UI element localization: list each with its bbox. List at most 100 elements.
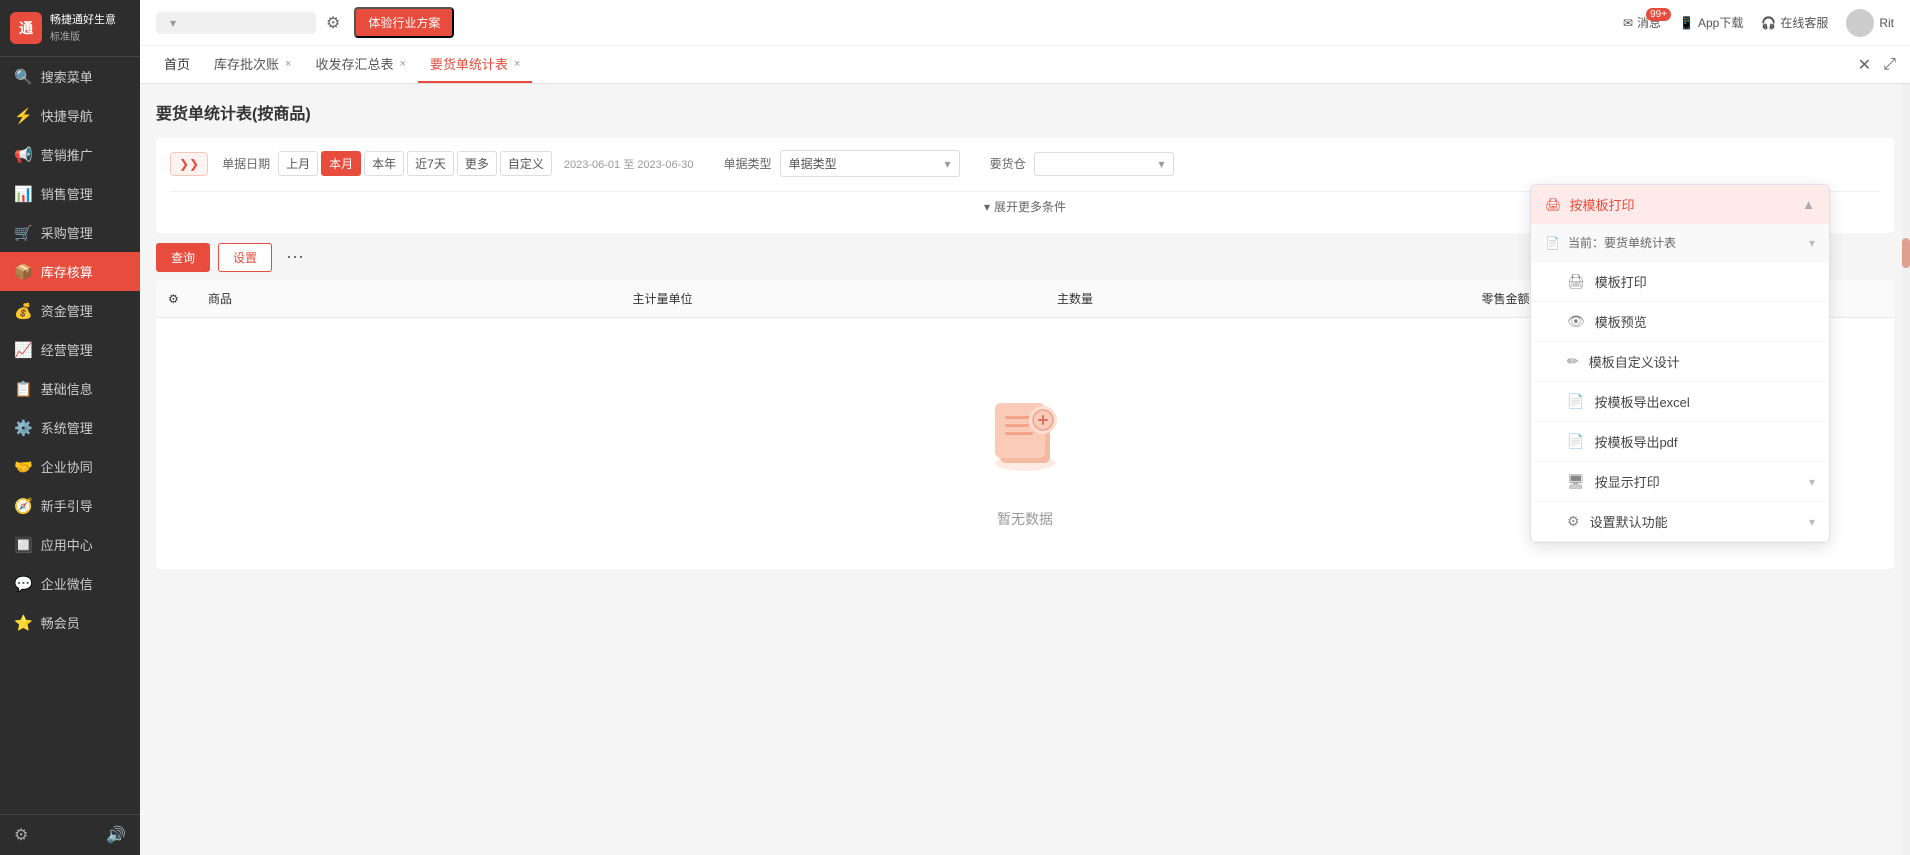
default-func-expand-icon: ▾ [1809, 515, 1815, 529]
date-btn-custom[interactable]: 自定义 [500, 151, 552, 176]
topbar-right: ✉ 99+ 消息 📱 App下载 🎧 在线客服 Rit [1623, 9, 1894, 37]
dropdown-item-display-print[interactable]: 🖥 按显示打印 ▾ [1531, 462, 1829, 502]
tab-home[interactable]: 首页 [152, 46, 202, 83]
sidebar-item-basic[interactable]: 📋 基础信息 [0, 369, 140, 408]
page-title: 要货单统计表(按商品) [156, 100, 1894, 124]
sidebar-item-system[interactable]: ⚙️ 系统管理 [0, 408, 140, 447]
content-area: 要货单统计表(按商品) ❯❯ 单据日期 上月 本月 本年 近7天 更多 自定义 [140, 84, 1910, 855]
finance-icon: 💰 [14, 302, 33, 320]
date-btn-this-year[interactable]: 本年 [364, 151, 404, 176]
tab-receivables-close[interactable]: × [399, 58, 405, 70]
topbar-chevron-icon: ▾ [170, 16, 176, 30]
dropdown-item-export-pdf[interactable]: 📄 按模板导出pdf [1531, 422, 1829, 462]
col-goods: 商品 [196, 290, 621, 307]
dropdown-item-default-func[interactable]: ⚙ 设置默认功能 ▾ [1531, 502, 1829, 542]
printer-icon: 🖨 [1545, 197, 1562, 213]
dropdown-header-right: ▲ [1802, 197, 1815, 212]
dropdown-item-export-excel[interactable]: 📄 按模板导出excel [1531, 382, 1829, 422]
expand-arrow-icon: ❯❯ [179, 157, 199, 171]
tab-purchase-order-stat-close[interactable]: × [514, 58, 520, 70]
avatar [1846, 9, 1874, 37]
topbar-search[interactable]: ▾ [156, 12, 316, 34]
template-print-icon: 🖨 [1567, 273, 1585, 290]
settings-bottom-icon[interactable]: ⚙ [14, 825, 28, 845]
app-download-icon: 📱 [1679, 16, 1694, 30]
more-options-icon[interactable]: ⋯ [280, 247, 310, 268]
coop-icon: 🤝 [14, 458, 33, 476]
dropdown-item-template-print[interactable]: 🖨 模板打印 [1531, 262, 1829, 302]
support-icon: 🎧 [1761, 16, 1776, 30]
guide-icon: 🧭 [14, 497, 33, 515]
trial-button[interactable]: 体验行业方案 [354, 7, 454, 38]
audio-bottom-icon[interactable]: 🔊 [106, 825, 126, 845]
date-btn-7days[interactable]: 近7天 [407, 151, 454, 176]
template-preview-icon: 👁 [1567, 313, 1585, 330]
marketing-icon: 📢 [14, 146, 33, 164]
dropdown-collapse-icon[interactable]: ▲ [1802, 197, 1815, 212]
type-filter-section: 单据类型 单据类型 ▾ [724, 150, 960, 177]
filter-expand-icon[interactable]: ❯❯ [170, 152, 208, 176]
expand-window-icon[interactable]: ⤢ [1881, 54, 1898, 76]
goods-filter-section: 要货仓 ▾ [990, 152, 1174, 176]
app-download-button[interactable]: 📱 App下载 [1679, 14, 1743, 31]
user-avatar-area[interactable]: Rit [1846, 9, 1894, 37]
empty-icon [975, 378, 1075, 497]
date-btn-more[interactable]: 更多 [457, 151, 497, 176]
query-button[interactable]: 查询 [156, 243, 210, 272]
display-print-icon: 🖥 [1567, 473, 1585, 490]
date-btn-this-month[interactable]: 本月 [321, 151, 361, 176]
display-print-expand-icon: ▾ [1809, 475, 1815, 489]
apps-icon: 🔲 [14, 536, 33, 554]
sidebar: 通 畅捷通好生意 标准版 🔍 搜索菜单 ⚡ 快捷导航 📢 营销推广 📊 销售管理… [0, 0, 140, 855]
empty-text: 暂无数据 [997, 509, 1053, 529]
sidebar-item-finance[interactable]: 💰 资金管理 [0, 291, 140, 330]
dropdown-item-template-preview[interactable]: 👁 模板预览 [1531, 302, 1829, 342]
sidebar-item-member[interactable]: ⭐ 畅会员 [0, 603, 140, 642]
member-icon: ⭐ [14, 614, 33, 632]
online-support-button[interactable]: 🎧 在线客服 [1761, 14, 1828, 31]
sidebar-item-coop[interactable]: 🤝 企业协同 [0, 447, 140, 486]
dropdown-header: 🖨 按模板打印 ▲ [1531, 185, 1829, 224]
sidebar-item-sales[interactable]: 📊 销售管理 [0, 174, 140, 213]
sidebar-item-inventory[interactable]: 📦 库存核算 [0, 252, 140, 291]
col-settings[interactable]: ⚙ [156, 292, 196, 306]
goods-select[interactable]: ▾ [1034, 152, 1174, 176]
sidebar-item-search[interactable]: 🔍 搜索菜单 [0, 57, 140, 96]
sidebar-item-marketing[interactable]: 📢 营销推广 [0, 135, 140, 174]
export-pdf-icon: 📄 [1567, 433, 1584, 450]
export-excel-icon: 📄 [1567, 393, 1584, 410]
sidebar-item-operation[interactable]: 📈 经营管理 [0, 330, 140, 369]
sidebar-item-apps[interactable]: 🔲 应用中心 [0, 525, 140, 564]
current-template-icon: 📄 [1545, 236, 1560, 250]
tabbar-right: ✕ ⤢ [1856, 53, 1898, 77]
scrollbar[interactable] [1902, 84, 1910, 855]
settings-button[interactable]: 设置 [218, 243, 272, 272]
main-area: ▾ ⚙ 体验行业方案 ✉ 99+ 消息 📱 App下载 🎧 在线客服 Rit [140, 0, 1910, 855]
wechat-icon: 💬 [14, 575, 33, 593]
dropdown-header-left: 🖨 按模板打印 [1545, 195, 1635, 214]
col-unit: 主计量单位 [621, 290, 1046, 307]
tab-receivables[interactable]: 收发存汇总表 × [303, 46, 417, 83]
type-select-arrow-icon: ▾ [945, 157, 951, 171]
sidebar-item-purchase[interactable]: 🛒 采购管理 [0, 213, 140, 252]
date-btn-last-month[interactable]: 上月 [278, 151, 318, 176]
default-func-icon: ⚙ [1567, 513, 1580, 530]
sidebar-item-wechat[interactable]: 💬 企业微信 [0, 564, 140, 603]
dropdown-item-template-design[interactable]: ✏ 模板自定义设计 [1531, 342, 1829, 382]
goods-select-arrow-icon: ▾ [1159, 157, 1165, 171]
date-range-display: 2023-06-01 至 2023-06-30 [564, 156, 694, 172]
tab-inventory-batch-close[interactable]: × [285, 58, 291, 70]
topbar: ▾ ⚙ 体验行业方案 ✉ 99+ 消息 📱 App下载 🎧 在线客服 Rit [140, 0, 1910, 46]
tab-inventory-batch[interactable]: 库存批次账 × [202, 46, 303, 83]
topbar-gear-icon[interactable]: ⚙ [326, 13, 340, 33]
operation-icon: 📈 [14, 341, 33, 359]
messages-button[interactable]: ✉ 99+ 消息 [1623, 14, 1661, 31]
quick-nav-icon: ⚡ [14, 107, 33, 125]
type-select[interactable]: 单据类型 ▾ [780, 150, 960, 177]
sidebar-item-quick-nav[interactable]: ⚡ 快捷导航 [0, 96, 140, 135]
close-all-tabs-icon[interactable]: ✕ [1856, 53, 1873, 77]
sidebar-item-guide[interactable]: 🧭 新手引导 [0, 486, 140, 525]
sales-icon: 📊 [14, 185, 33, 203]
sidebar-logo: 通 畅捷通好生意 标准版 [0, 0, 140, 57]
tab-purchase-order-stat[interactable]: 要货单统计表 × [418, 46, 532, 83]
